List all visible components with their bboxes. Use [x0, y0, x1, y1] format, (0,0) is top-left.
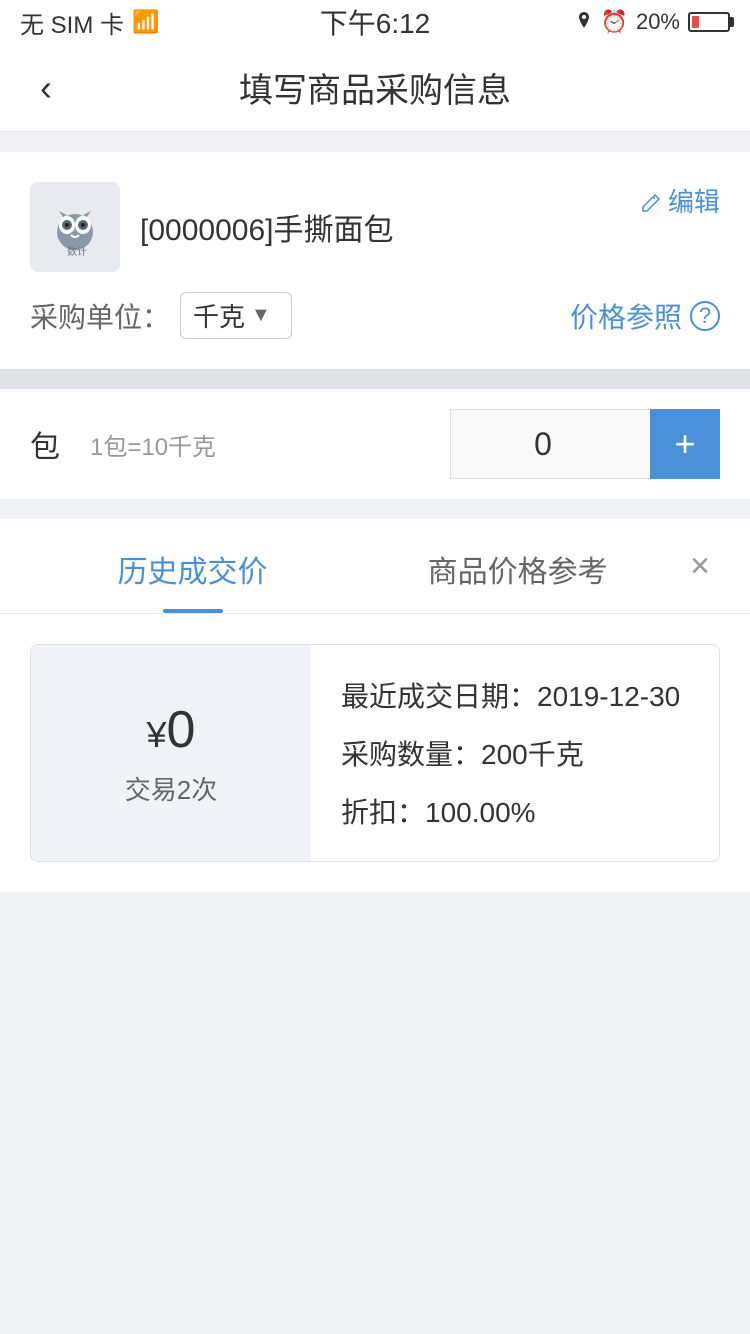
tabs-header: 历史成交价 商品价格参考 × — [0, 519, 750, 614]
tab-close-button[interactable]: × — [680, 537, 720, 596]
yen-sign: ¥ — [147, 714, 167, 755]
purchase-qty-row: 采购数量：200千克 — [341, 733, 689, 773]
quantity-input[interactable] — [450, 409, 650, 479]
card-content: ¥0 交易2次 最近成交日期：2019-12-30 采购数量：200千克 折扣：… — [0, 614, 750, 892]
recent-date-row: 最近成交日期：2019-12-30 — [341, 675, 689, 715]
history-price: ¥0 — [147, 700, 196, 760]
edit-button[interactable]: 编辑 — [640, 182, 720, 219]
location-icon — [575, 9, 593, 35]
quantity-input-wrap: + — [236, 409, 720, 479]
history-count: 交易2次 — [125, 770, 217, 807]
tab-price-reference[interactable]: 商品价格参考 — [355, 519, 680, 613]
unit-desc: 1包=10千克 — [90, 427, 216, 462]
product-header: 数计 [0000006]手撕面包 编辑 — [30, 182, 720, 272]
price-ref-button[interactable]: 价格参照 ? — [570, 296, 720, 336]
alarm-icon: ⏰ — [601, 9, 628, 35]
status-time: 下午6:12 — [320, 2, 431, 42]
product-logo: 数计 — [45, 197, 105, 257]
carrier-text: 无 SIM 卡 — [20, 5, 124, 40]
history-left: ¥0 交易2次 — [31, 645, 311, 861]
nav-bar: ‹ 填写商品采购信息 — [0, 44, 750, 132]
page-title: 填写商品采购信息 — [239, 63, 511, 112]
tab-history-price[interactable]: 历史成交价 — [30, 519, 355, 613]
product-row2: 采购单位： 千克 ▼ 价格参照 ? — [30, 292, 720, 339]
status-right: ⏰ 20% — [575, 9, 730, 35]
unit-label: 采购单位： 千克 ▼ — [30, 292, 292, 339]
unit-tag: 包 — [30, 422, 70, 466]
unit-select[interactable]: 千克 ▼ — [180, 292, 292, 339]
price-value: 0 — [167, 701, 196, 759]
help-icon: ? — [690, 301, 720, 331]
product-card: 数计 [0000006]手撕面包 编辑 采购单位： 千克 ▼ 价格参照 ? — [0, 152, 750, 369]
status-left: 无 SIM 卡 📶 — [20, 5, 159, 40]
product-left: 数计 [0000006]手撕面包 — [30, 182, 393, 272]
history-right: 最近成交日期：2019-12-30 采购数量：200千克 折扣：100.00% — [311, 645, 719, 861]
battery-icon — [688, 12, 730, 32]
svg-text:数计: 数计 — [67, 245, 87, 257]
section-divider — [0, 369, 750, 389]
tabs-section: 历史成交价 商品价格参考 × ¥0 交易2次 最近成交日期：2019-12-30… — [0, 519, 750, 892]
edit-icon — [640, 190, 662, 212]
history-card: ¥0 交易2次 最近成交日期：2019-12-30 采购数量：200千克 折扣：… — [30, 644, 720, 862]
discount-row: 折扣：100.00% — [341, 791, 689, 831]
dropdown-arrow-icon: ▼ — [251, 304, 271, 327]
status-bar: 无 SIM 卡 📶 下午6:12 ⏰ 20% — [0, 0, 750, 44]
back-button[interactable]: ‹ — [30, 57, 62, 119]
wifi-icon: 📶 — [132, 9, 159, 35]
quantity-plus-button[interactable]: + — [650, 409, 720, 479]
product-thumbnail: 数计 — [30, 182, 120, 272]
battery-percent: 20% — [636, 9, 680, 35]
quantity-row: 包 1包=10千克 + — [0, 389, 750, 499]
product-name: [0000006]手撕面包 — [140, 205, 393, 249]
